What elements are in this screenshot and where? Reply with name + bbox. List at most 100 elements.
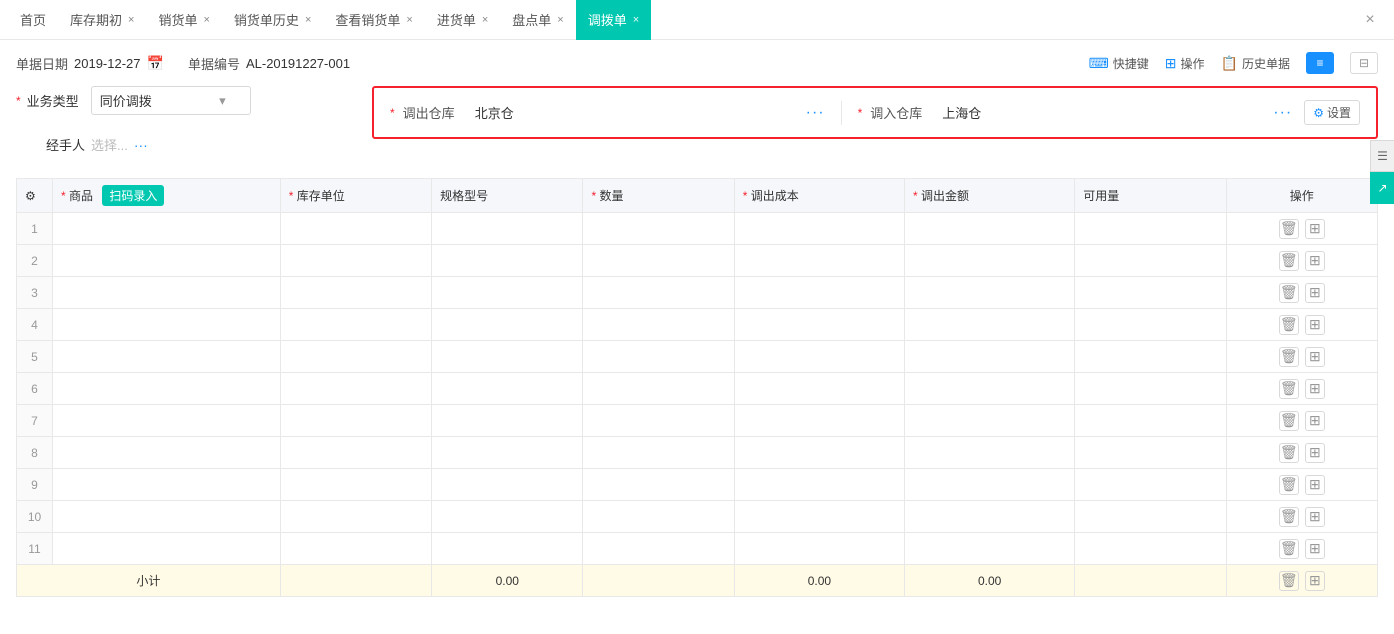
product-col-label: 商品 [69,189,93,203]
subtotal-copy-icon[interactable]: ⊞ [1305,571,1325,591]
shortcuts-label: 快捷键 [1113,55,1149,72]
table-row: 1 🗑 ⊞ [17,213,1378,245]
copy-icon-10[interactable]: ⊞ [1305,507,1325,527]
history-button[interactable]: 📋 历史单据 [1221,55,1290,72]
copy-icon-9[interactable]: ⊞ [1305,475,1325,495]
table-header-row: ⚙ * 商品 扫码录入 * 库存单位 规格型号 [17,179,1378,213]
spec-cell-1[interactable] [432,213,583,245]
main-content: 单据日期 2019-12-27 📅 单据编号 AL-20191227-001 ⌨… [0,40,1394,609]
right-panel-list-btn[interactable]: ☰ [1370,140,1394,172]
cost-cell-1[interactable] [734,213,904,245]
right-panel-export-btn[interactable]: ↗ [1370,172,1394,204]
calendar-icon[interactable]: 📅 [147,55,164,72]
data-table: ⚙ * 商品 扫码录入 * 库存单位 规格型号 [16,178,1378,597]
copy-icon-2[interactable]: ⊞ [1305,251,1325,271]
number-label: 单据编号 [188,54,240,73]
tab-sales-history[interactable]: 销货单历史 × [222,0,323,40]
biz-type-select[interactable]: 同价调拨 ▾ [91,86,251,115]
table-row: 7 🗑⊞ [17,405,1378,437]
cost-col-header: * 调出成本 [734,179,904,213]
qty-col-label: 数量 [599,189,623,203]
amount-cell-1[interactable] [905,213,1075,245]
copy-icon-1[interactable]: ⊞ [1305,219,1325,239]
delete-icon-11[interactable]: 🗑 [1279,539,1299,559]
tab-close-view-sales[interactable]: × [406,14,412,26]
spec-col-label: 规格型号 [440,189,488,203]
spec-col-header: 规格型号 [432,179,583,213]
table-row: 2 🗑⊞ [17,245,1378,277]
tab-view-sales[interactable]: 查看销货单 × [323,0,424,40]
settings-button[interactable]: ⚙ 设置 [1304,100,1360,125]
subtotal-qty: 0.00 [432,565,583,597]
delete-icon-6[interactable]: 🗑 [1279,379,1299,399]
handler-dots-icon[interactable]: ··· [134,137,148,153]
tab-close-sales-order[interactable]: × [203,14,209,26]
copy-icon-6[interactable]: ⊞ [1305,379,1325,399]
warehouse-in-value: 上海仓 [942,103,981,122]
unit-cell-1[interactable] [280,213,431,245]
delete-icon-4[interactable]: 🗑 [1279,315,1299,335]
scan-btn[interactable]: 扫码录入 [102,185,164,206]
right-panel: ☰ ↗ [1370,140,1394,204]
date-field: 单据日期 2019-12-27 📅 [16,54,164,73]
tab-close-purchase[interactable]: × [482,14,488,26]
settings-col-header[interactable]: ⚙ [17,179,53,213]
delete-icon-1[interactable]: 🗑 [1279,219,1299,239]
tab-close-transfer[interactable]: × [633,14,639,26]
delete-icon-8[interactable]: 🗑 [1279,443,1299,463]
copy-icon-7[interactable]: ⊞ [1305,411,1325,431]
window-close-button[interactable]: × [1354,4,1386,36]
tab-inventory-init[interactable]: 库存期初 × [58,0,146,40]
subtotal-amount: 0.00 [905,565,1075,597]
handler-placeholder[interactable]: 选择... [91,135,128,154]
delete-icon-3[interactable]: 🗑 [1279,283,1299,303]
delete-icon-7[interactable]: 🗑 [1279,411,1299,431]
layout-btn-active[interactable]: ≡ [1306,52,1334,74]
warehouse-in-dots[interactable]: ··· [1273,104,1292,122]
warehouse-out-required: * [390,106,395,120]
delete-icon-10[interactable]: 🗑 [1279,507,1299,527]
copy-icon-11[interactable]: ⊞ [1305,539,1325,559]
subtotal-cost: 0.00 [734,565,904,597]
unit-col-label: 库存单位 [297,189,345,203]
subtotal-label-cell: 小计 [17,565,281,597]
qty-cell-1[interactable] [583,213,734,245]
subtotal-delete-icon[interactable]: 🗑 [1279,571,1299,591]
copy-icon-3[interactable]: ⊞ [1305,283,1325,303]
table-settings-icon[interactable]: ⚙ [25,189,36,203]
tab-close-inventory-init[interactable]: × [128,14,134,26]
date-value: 2019-12-27 [74,56,141,71]
product-cell-1[interactable] [53,213,281,245]
amount-col-label: 调出金额 [921,189,969,203]
tab-purchase[interactable]: 进货单 × [425,0,500,40]
delete-icon-2[interactable]: 🗑 [1279,251,1299,271]
tab-sales-order[interactable]: 销货单 × [146,0,221,40]
operations-button[interactable]: ⊞ 操作 [1165,55,1205,72]
warehouse-divider [841,101,842,125]
copy-icon-5[interactable]: ⊞ [1305,347,1325,367]
warehouse-out-value: 北京仓 [475,103,514,122]
amount-col-header: * 调出金额 [905,179,1075,213]
copy-icon-8[interactable]: ⊞ [1305,443,1325,463]
tab-stocktake[interactable]: 盘点单 × [500,0,575,40]
delete-icon-9[interactable]: 🗑 [1279,475,1299,495]
table-row: 4 🗑⊞ [17,309,1378,341]
operations-label: 操作 [1181,55,1205,72]
row-num-1: 1 [17,213,53,245]
warehouse-in-required: * [858,106,863,120]
tab-transfer[interactable]: 调拨单 × [576,0,651,40]
delete-icon-5[interactable]: 🗑 [1279,347,1299,367]
table-row: 10 🗑⊞ [17,501,1378,533]
copy-icon-4[interactable]: ⊞ [1305,315,1325,335]
available-cell-1[interactable] [1075,213,1226,245]
shortcuts-button[interactable]: ⌨ 快捷键 [1089,55,1149,72]
handler-label: 经手人 [46,135,85,154]
tab-close-stocktake[interactable]: × [557,14,563,26]
tab-home[interactable]: 首页 [8,0,58,40]
biz-type-label: 业务类型 [27,91,79,110]
table-body: 1 🗑 ⊞ [17,213,1378,597]
tab-close-sales-history[interactable]: × [305,14,311,26]
layout-btn-inactive[interactable]: ⊟ [1350,52,1378,74]
warehouse-out-dots[interactable]: ··· [806,104,825,122]
table-row: 5 🗑⊞ [17,341,1378,373]
